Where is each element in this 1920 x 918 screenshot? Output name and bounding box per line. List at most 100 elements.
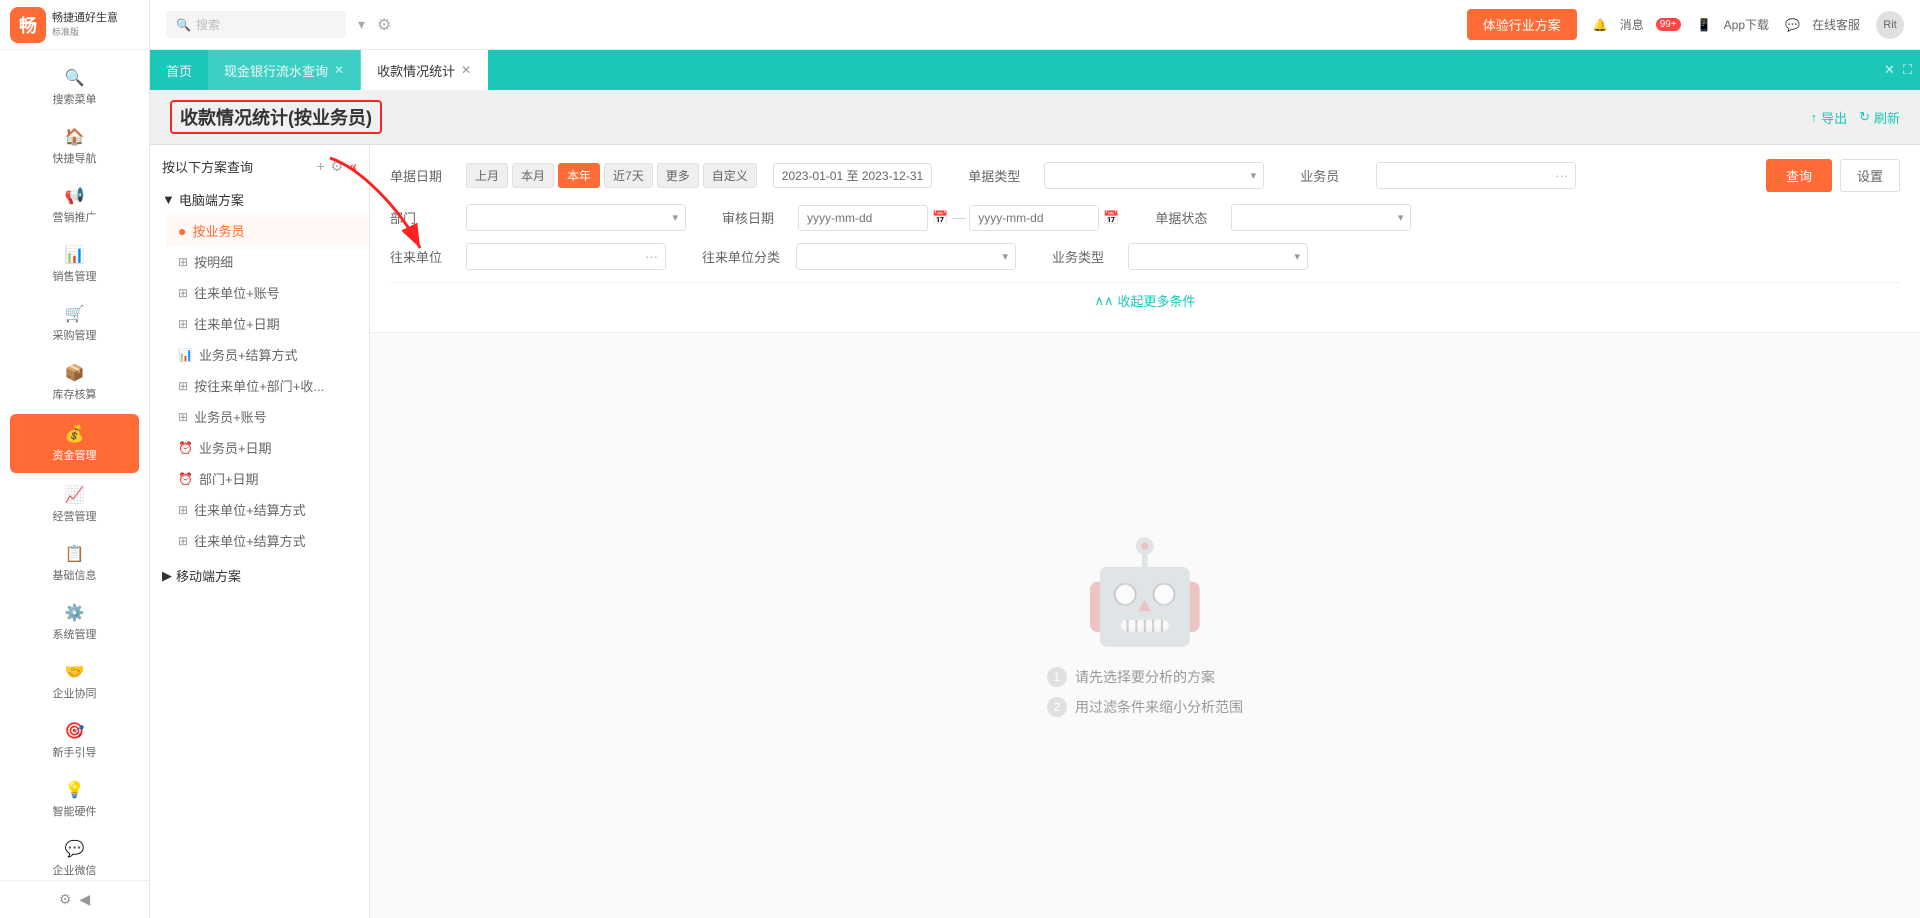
- doc-type-select[interactable]: [1044, 162, 1264, 189]
- sidebar-item-marketing[interactable]: 📢 营销推广: [0, 176, 149, 235]
- sidebar-item-purchase[interactable]: 🛒 采购管理: [0, 294, 149, 353]
- review-date-cal-icon-2[interactable]: 📅: [1103, 210, 1119, 226]
- sidebar-item-hardware[interactable]: 💡 智能硬件: [0, 770, 149, 829]
- panel-collapse-icon[interactable]: «: [349, 158, 357, 175]
- desktop-section-label: 电脑端方案: [179, 190, 244, 209]
- setting-btn[interactable]: 设置: [1840, 159, 1900, 192]
- panel-settings-icon[interactable]: ⚙: [331, 158, 344, 175]
- tree-item-dept-date[interactable]: ⏰ 部门+日期: [166, 463, 369, 494]
- review-date-cal-icon[interactable]: 📅: [932, 210, 948, 226]
- sidebar-item-search-menu[interactable]: 🔍 搜索菜单: [0, 58, 149, 117]
- date-btn-this-year[interactable]: 本年: [558, 163, 600, 188]
- tree-item-unit-settle2[interactable]: ⊞ 往来单位+结算方式: [166, 525, 369, 556]
- tree-item-sales-settle[interactable]: 📊 业务员+结算方式: [166, 339, 369, 370]
- doc-status-select[interactable]: [1231, 204, 1411, 231]
- desktop-section-header[interactable]: ▼ 电脑端方案: [150, 184, 369, 215]
- tree-item-unit-dept-collect[interactable]: ⊞ 按往来单位+部门+收...: [166, 370, 369, 401]
- inventory-icon: 📦: [65, 363, 85, 383]
- tabbar-maximize-icon[interactable]: ⛶: [1903, 62, 1912, 78]
- topbar-settings-icon[interactable]: ⚙: [377, 15, 391, 35]
- tree-item-label: 业务员+结算方式: [199, 345, 298, 364]
- tree-item-unit-date[interactable]: ⊞ 往来单位+日期: [166, 308, 369, 339]
- doc-type-select-wrapper: [1044, 162, 1264, 189]
- empty-robot-icon: 🤖: [1083, 534, 1208, 651]
- salesperson-input[interactable]: [1376, 162, 1576, 189]
- desktop-section-items: ● 按业务员 ⊞ 按明细 ⊞ 往来单位+账号 ⊞ 往来单位+日期 📊 业务: [150, 215, 369, 556]
- user-avatar[interactable]: Rit: [1876, 11, 1904, 39]
- refresh-btn[interactable]: ↻ 刷新: [1859, 108, 1900, 127]
- purchase-icon: 🛒: [65, 304, 85, 324]
- doc-status-select-wrapper: [1231, 204, 1411, 231]
- tip-num-2: 2: [1047, 697, 1067, 717]
- tree-item-unit-account[interactable]: ⊞ 往来单位+账号: [166, 277, 369, 308]
- dept-select[interactable]: [466, 204, 686, 231]
- date-btn-custom[interactable]: 自定义: [703, 163, 757, 188]
- review-date-from[interactable]: [798, 205, 928, 231]
- tab-bank-flow[interactable]: 现金银行流水查询 ✕: [208, 50, 361, 90]
- date-btn-this-month[interactable]: 本月: [512, 163, 554, 188]
- collapse-filter-btn[interactable]: ∧∧ 收起更多条件: [390, 282, 1900, 318]
- tab-collection-stat-close[interactable]: ✕: [461, 63, 471, 77]
- tabbar-close-all-icon[interactable]: ✕: [1884, 62, 1895, 78]
- salesperson-icon: ●: [178, 223, 186, 239]
- mobile-section-header[interactable]: ▶ 移动端方案: [150, 560, 369, 591]
- tree-item-label: 往来单位+结算方式: [194, 531, 306, 550]
- sidebar-item-label: 营销推广: [53, 209, 97, 225]
- partner-input[interactable]: [466, 243, 666, 270]
- partner-category-select-wrapper: [796, 243, 1016, 270]
- settings-bottom-icon[interactable]: ⚙: [59, 891, 72, 908]
- collapse-sidebar-icon[interactable]: ◀: [79, 891, 90, 908]
- sidebar-item-inventory[interactable]: 📦 库存核算: [0, 353, 149, 412]
- sidebar-item-finance[interactable]: 💰 资金管理: [10, 414, 139, 473]
- app-download-group[interactable]: 📱 App下载: [1697, 16, 1769, 33]
- panel-add-icon[interactable]: +: [316, 158, 324, 175]
- tree-item-sales-account[interactable]: ⊞ 业务员+账号: [166, 401, 369, 432]
- query-btn[interactable]: 查询: [1766, 159, 1832, 192]
- search-placeholder: 搜索: [196, 16, 220, 33]
- sidebar-item-system[interactable]: ⚙️ 系统管理: [0, 593, 149, 652]
- review-date-to[interactable]: [969, 205, 1099, 231]
- search-menu-input[interactable]: 🔍 搜索: [166, 11, 346, 38]
- search-dropdown-icon[interactable]: ▾: [358, 16, 365, 33]
- tab-bank-flow-close[interactable]: ✕: [334, 63, 344, 77]
- tree-item-label: 按业务员: [192, 221, 244, 240]
- empty-tip-2: 2 用过滤条件来缩小分析范围: [1047, 697, 1243, 717]
- panel-header: 按以下方案查询 + ⚙ «: [150, 157, 369, 184]
- export-icon: ↑: [1811, 110, 1818, 125]
- online-service-group[interactable]: 💬 在线客服: [1785, 16, 1860, 33]
- tab-bank-flow-label: 现金银行流水查询: [224, 61, 328, 80]
- sidebar-item-wechat[interactable]: 💬 企业微信: [0, 829, 149, 880]
- salesperson-more-icon[interactable]: ···: [1555, 168, 1568, 183]
- sidebar-item-quick-nav[interactable]: 🏠 快捷导航: [0, 117, 149, 176]
- biz-type-select[interactable]: [1128, 243, 1308, 270]
- date-btn-7days[interactable]: 近7天: [604, 163, 653, 188]
- sidebar-item-operation[interactable]: 📈 经营管理: [0, 475, 149, 534]
- tabbar: 首页 现金银行流水查询 ✕ 收款情况统计 ✕ ✕ ⛶: [150, 50, 1920, 90]
- review-date-dash: —: [952, 210, 965, 225]
- biz-type-select-wrapper: [1128, 243, 1308, 270]
- partner-category-select[interactable]: [796, 243, 1016, 270]
- tree-item-label: 按往来单位+部门+收...: [194, 376, 324, 395]
- partner-more-icon[interactable]: ···: [645, 249, 658, 264]
- sidebar-item-guide[interactable]: 🎯 新手引导: [0, 711, 149, 770]
- date-btn-last-month[interactable]: 上月: [466, 163, 508, 188]
- tree-item-by-salesperson[interactable]: ● 按业务员: [166, 215, 369, 246]
- trial-btn[interactable]: 体验行业方案: [1467, 9, 1577, 40]
- basic-icon: 📋: [65, 544, 85, 564]
- tab-home[interactable]: 首页: [150, 61, 208, 80]
- logo-text-area: 畅捷通好生意 标准版: [52, 11, 118, 38]
- tree-item-unit-settle1[interactable]: ⊞ 往来单位+结算方式: [166, 494, 369, 525]
- tree-item-label: 往来单位+账号: [194, 283, 280, 302]
- sidebar-item-sales[interactable]: 📊 销售管理: [0, 235, 149, 294]
- tree-item-by-detail[interactable]: ⊞ 按明细: [166, 246, 369, 277]
- sidebar-item-basic[interactable]: 📋 基础信息: [0, 534, 149, 593]
- export-btn[interactable]: ↑ 导出: [1811, 108, 1848, 127]
- date-btn-more[interactable]: 更多: [657, 163, 699, 188]
- sidebar-item-label: 销售管理: [53, 268, 97, 284]
- tree-item-sales-date[interactable]: ⏰ 业务员+日期: [166, 432, 369, 463]
- tab-collection-stat[interactable]: 收款情况统计 ✕: [361, 50, 488, 90]
- refresh-icon: ↻: [1859, 109, 1870, 125]
- topbar-right-actions: 体验行业方案 🔔 消息 99+ 📱 App下载 💬 在线客服 Rit: [1467, 9, 1904, 40]
- sidebar: 畅 畅捷通好生意 标准版 🔍 搜索菜单 🏠 快捷导航 📢 营销推广 📊 销售管理…: [0, 0, 150, 918]
- sidebar-item-enterprise[interactable]: 🤝 企业协同: [0, 652, 149, 711]
